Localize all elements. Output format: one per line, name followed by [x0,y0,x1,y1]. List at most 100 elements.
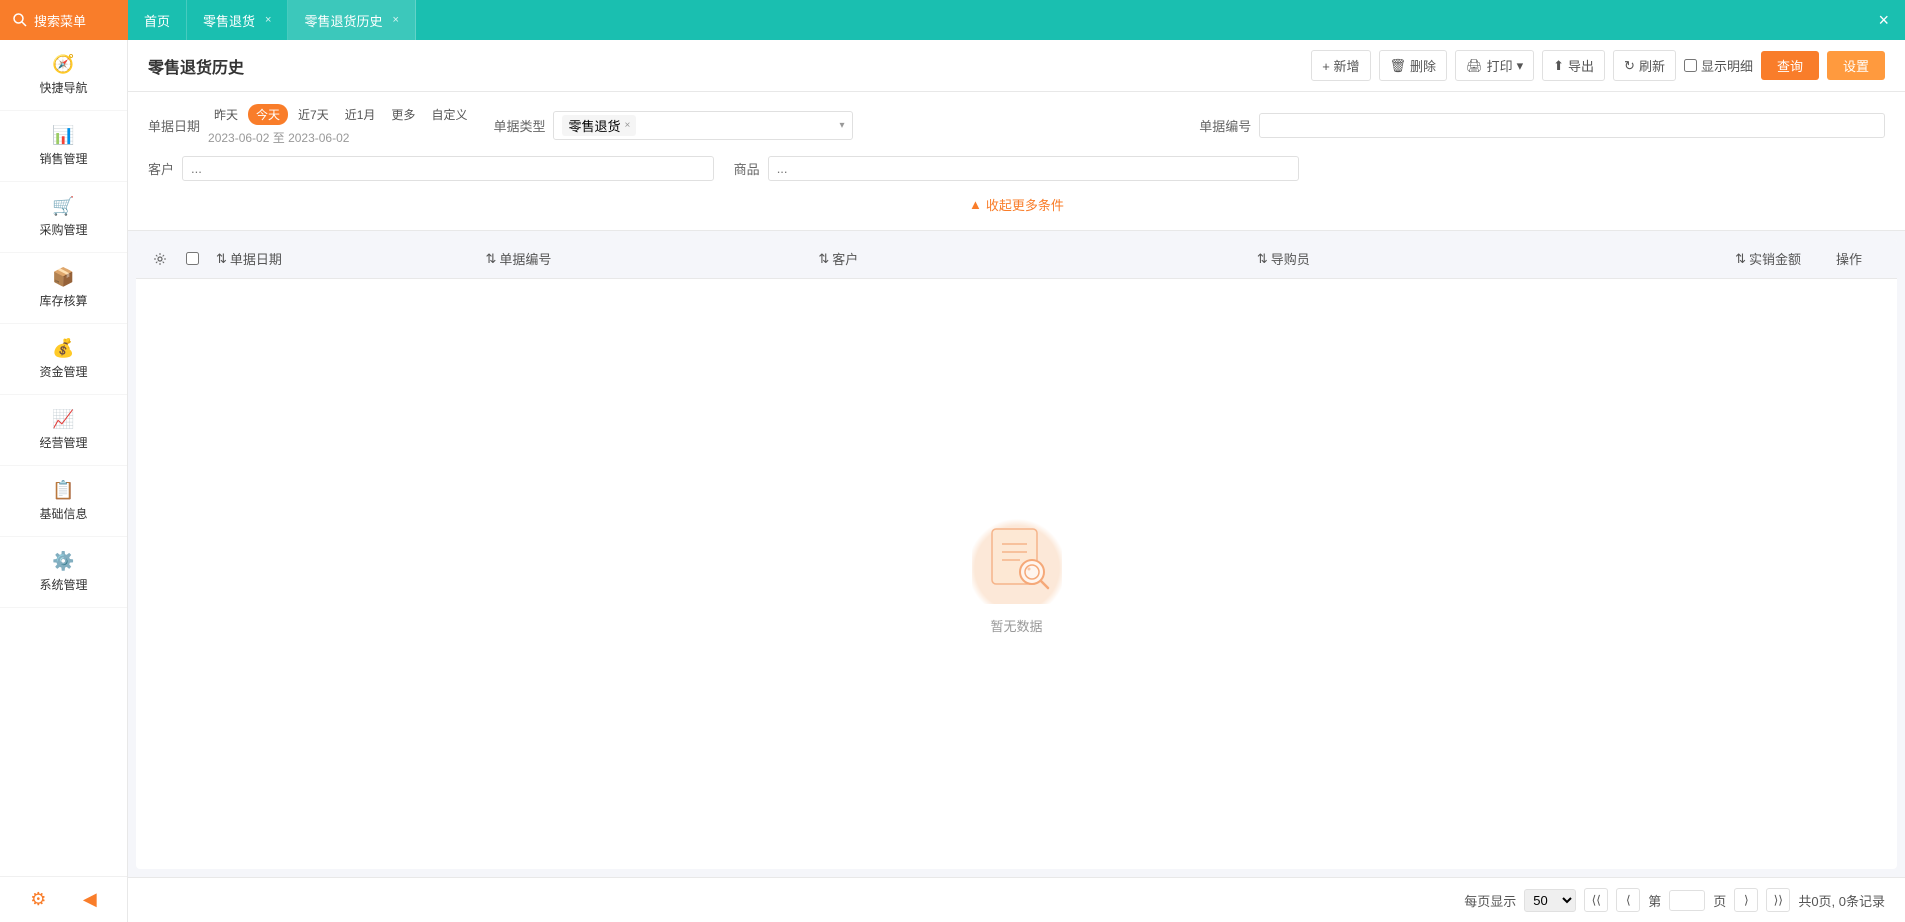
th-ops: 操作 [1809,249,1889,268]
toolbar: + 新增 🗑 删除 🖨 打印 ▾ ⬆ 导出 ↻ 刷新 [1311,50,1885,81]
content-area: 零售退货历史 + 新增 🗑 删除 🖨 打印 ▾ ⬆ 导出 [128,40,1905,922]
th-guide-text: 导购员 [1271,249,1310,268]
refresh-button-label: 刷新 [1639,56,1665,75]
sidebar-item-system[interactable]: ⚙️ 系统管理 [0,537,127,608]
operations-icon: 📈 [52,409,74,430]
type-select[interactable]: 零售退货 × ▾ [553,111,853,140]
sidebar-item-purchase[interactable]: 🛒 采购管理 [0,182,127,253]
table-settings-icon [153,252,167,266]
tab-retail-return-history-label: 零售退货历史 [304,11,382,30]
settings-button[interactable]: 设置 [1827,51,1885,80]
customer-input[interactable] [182,156,714,181]
sidebar-item-basic-info-label: 基础信息 [39,505,87,522]
sidebar: 🧭 快捷导航 📊 销售管理 🛒 采购管理 📦 库存核算 💰 资金管理 📈 经营管… [0,40,128,922]
type-tag-close[interactable]: × [624,120,630,131]
search-icon [12,12,28,28]
first-page-btn[interactable]: ⟨⟨ [1584,888,1608,912]
th-guide[interactable]: ⇅ 导购员 [1249,249,1582,268]
customer-filter: 客户 [148,156,714,181]
sidebar-item-operations[interactable]: 📈 经营管理 [0,395,127,466]
query-button[interactable]: 查询 [1761,51,1819,80]
table-settings[interactable] [144,252,176,266]
page-unit: 页 [1713,891,1726,910]
th-num[interactable]: ⇅ 单据编号 [478,249,811,268]
th-amount[interactable]: ⇅ 实销金额 [1582,249,1809,268]
tab-retail-return[interactable]: 零售退货 × [187,0,288,40]
finance-icon: 💰 [52,338,74,359]
last-page-btn[interactable]: ⟩⟩ [1766,888,1790,912]
refresh-button[interactable]: ↻ 刷新 [1613,50,1676,81]
pagination: 每页显示 50 20 100 ⟨⟨ ⟨ 第 1 页 ⟩ ⟩⟩ 共0页, 0条记录 [128,877,1905,922]
prev-page-btn[interactable]: ⟨ [1616,888,1640,912]
sidebar-item-quick-nav[interactable]: 🧭 快捷导航 [0,40,127,111]
export-button-label: 导出 [1568,56,1594,75]
table-area: ⇅ 单据日期 ⇅ 单据编号 ⇅ 客户 ⇅ 导购员 ⇅ 实销金额 [136,239,1897,869]
sidebar-item-inventory[interactable]: 📦 库存核算 [0,253,127,324]
collapse-sidebar-icon[interactable]: ◀ [83,889,97,910]
shortcut-more[interactable]: 更多 [385,104,421,125]
empty-state-svg [972,514,1062,604]
shortcut-yesterday[interactable]: 昨天 [208,104,244,125]
collapse-bar[interactable]: ▲ 收起更多条件 [148,191,1885,218]
table-select-all[interactable] [176,252,208,265]
page-input[interactable]: 1 [1669,890,1705,911]
date-range-display: 2023-06-02 至 2023-06-02 [208,129,473,146]
sidebar-bottom: ⚙ ◀ [0,876,127,922]
filter-row-1: 单据日期 昨天 今天 近7天 近1月 更多 自定义 2023-06-02 至 2… [148,104,1885,146]
print-button-label: 打印 [1487,56,1513,75]
num-input[interactable] [1259,113,1885,138]
th-customer[interactable]: ⇅ 客户 [810,249,1249,268]
shortcut-1month[interactable]: 近1月 [339,104,382,125]
sidebar-item-quick-nav-label: 快捷导航 [39,79,87,96]
filter-row-2: 客户 商品 [148,156,1885,181]
th-num-text: 单据编号 [499,249,551,268]
tab-home-label: 首页 [144,11,170,30]
tab-retail-return-history-close[interactable]: × [392,14,398,26]
tab-home[interactable]: 首页 [128,0,187,40]
display-detail-toggle: 显示明细 [1684,56,1753,75]
goods-input[interactable] [768,156,1300,181]
per-page-label: 每页显示 [1464,891,1516,910]
select-all-checkbox[interactable] [186,252,199,265]
new-button[interactable]: + 新增 [1311,50,1370,81]
date-filter-label: 单据日期 [148,116,200,135]
sidebar-item-basic-info[interactable]: 📋 基础信息 [0,466,127,537]
search-box[interactable]: 搜索菜单 [0,0,128,40]
next-page-btn[interactable]: ⟩ [1734,888,1758,912]
export-button[interactable]: ⬆ 导出 [1542,50,1605,81]
display-detail-checkbox[interactable] [1684,59,1697,72]
th-date[interactable]: ⇅ 单据日期 [208,249,478,268]
empty-text: 暂无数据 [990,616,1042,635]
shortcut-7days[interactable]: 近7天 [292,104,335,125]
refresh-icon: ↻ [1624,58,1635,74]
page-label: 第 [1648,891,1661,910]
delete-button[interactable]: 🗑 删除 [1379,50,1448,81]
sidebar-item-sales[interactable]: 📊 销售管理 [0,111,127,182]
sidebar-item-purchase-label: 采购管理 [39,221,87,238]
sidebar-item-finance[interactable]: 💰 资金管理 [0,324,127,395]
close-window-btn[interactable]: × [1862,10,1905,31]
shortcut-custom[interactable]: 自定义 [425,104,473,125]
shortcut-today[interactable]: 今天 [248,104,288,125]
page-title: 零售退货历史 [148,54,244,78]
inventory-icon: 📦 [52,267,74,288]
type-filter: 单据类型 零售退货 × ▾ [493,111,1179,140]
delete-icon: 🗑 [1390,58,1407,74]
goods-filter-label: 商品 [734,159,760,178]
tab-retail-return-close[interactable]: × [265,14,271,26]
settings-bottom-icon[interactable]: ⚙ [30,889,46,910]
th-customer-text: 客户 [832,249,858,268]
customer-filter-label: 客户 [148,159,174,178]
collapse-label: 收起更多条件 [986,195,1064,214]
per-page-select[interactable]: 50 20 100 [1524,889,1576,912]
tab-retail-return-label: 零售退货 [203,11,255,30]
sidebar-item-finance-label: 资金管理 [39,363,87,380]
date-filter: 单据日期 昨天 今天 近7天 近1月 更多 自定义 2023-06-02 至 2… [148,104,473,146]
empty-illustration [972,514,1062,604]
print-button[interactable]: 🖨 打印 ▾ [1455,50,1534,81]
type-dropdown-icon[interactable]: ▾ [839,120,844,131]
filter-area: 单据日期 昨天 今天 近7天 近1月 更多 自定义 2023-06-02 至 2… [128,92,1905,231]
tab-retail-return-history[interactable]: 零售退货历史 × [288,0,415,40]
page-header: 零售退货历史 + 新增 🗑 删除 🖨 打印 ▾ ⬆ 导出 [128,40,1905,92]
sidebar-item-inventory-label: 库存核算 [39,292,87,309]
